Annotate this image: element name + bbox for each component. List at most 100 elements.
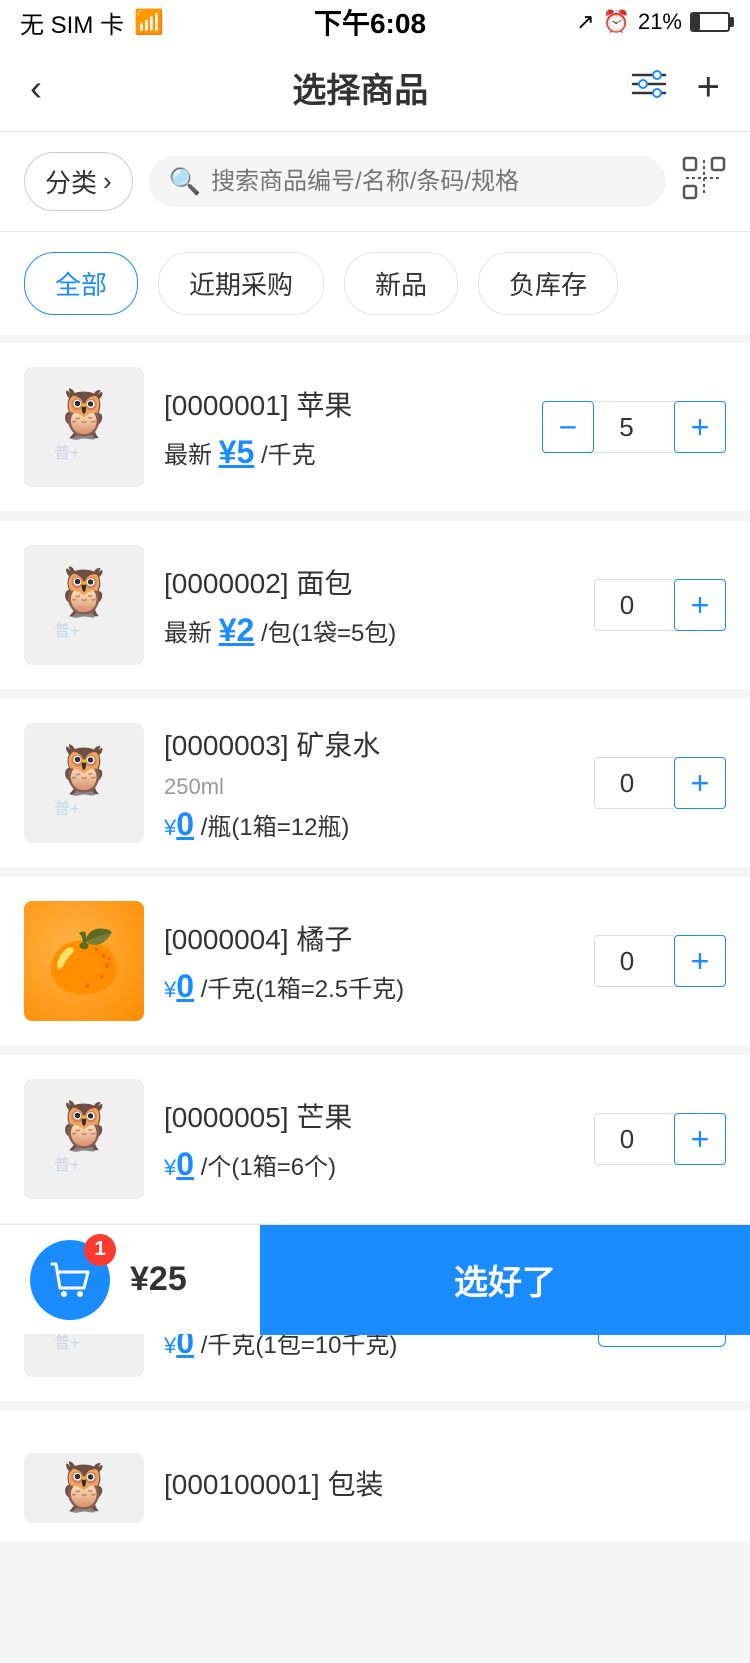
product-thumbnail: 🦉 [24,1453,144,1523]
price-value: 0 [176,968,194,1004]
nav-actions: + [631,65,720,110]
price-unit: /千克(1箱=2.5千克) [201,976,404,1003]
category-button[interactable]: 分类 › [24,152,133,211]
search-bar: 分类 › 🔍 [0,132,750,232]
quantity-control: + [594,935,726,987]
product-name: [0000001] 苹果 [164,384,522,424]
product-info: [0000002] 面包 最新 ¥2 /包(1袋=5包) [164,562,574,649]
tab-recent[interactable]: 近期采购 [158,252,324,315]
product-price: 最新 ¥2 /包(1袋=5包) [164,612,574,649]
product-spec: 250ml [164,774,574,800]
product-thumbnail: 🍊 [24,901,144,1021]
status-bar: 无 SIM 卡 📶 下午6:08 ↗ ⏰ 21% [0,0,750,44]
cart-badge: 1 [84,1234,116,1266]
increment-button[interactable]: + [674,757,726,809]
list-item: 🦉 普+ [0000003] 矿泉水 250ml ¥0 /瓶(1箱=12瓶) + [0,699,750,867]
back-button[interactable]: ‹ [30,67,90,109]
product-price: 最新 ¥5 /千克 [164,434,522,471]
product-name: [0000005] 芒果 [164,1096,574,1136]
yen-symbol: ¥ [164,1155,176,1180]
search-input[interactable] [211,168,646,196]
list-item: 🍊 [0000004] 橘子 ¥0 /千克(1箱=2.5千克) + [0,877,750,1045]
product-info: [000100001] 包装 [164,1463,726,1513]
tab-bar: 全部 近期采购 新品 负库存 [0,232,750,343]
product-info: [0000004] 橘子 ¥0 /千克(1箱=2.5千克) [164,918,574,1005]
search-input-wrap: 🔍 [149,156,666,207]
status-left: 无 SIM 卡 📶 [20,5,164,40]
price-value: ¥2 [219,612,255,648]
product-list: 🦉 普+ [0000001] 苹果 最新 ¥5 /千克 − + 🦉 普+ [0,343,750,1663]
list-item: 🦉 [000100001] 包装 [0,1411,750,1541]
search-icon: 🔍 [169,166,201,197]
cart-section: 1 ¥25 [0,1240,260,1320]
scan-icon[interactable] [682,156,726,208]
product-price: ¥0 /千克(1箱=2.5千克) [164,968,574,1005]
quantity-control: + [594,1113,726,1165]
decrement-button[interactable]: − [542,401,594,453]
location-icon: ↗ [576,9,594,35]
quantity-control: + [594,757,726,809]
add-icon[interactable]: + [697,65,720,110]
tab-negative[interactable]: 负库存 [478,252,618,315]
tab-all[interactable]: 全部 [24,252,138,315]
price-unit: /瓶(1箱=12瓶) [201,814,350,841]
alarm-icon: ⏰ [603,9,630,35]
increment-button[interactable]: + [674,935,726,987]
yen-symbol: ¥ [164,815,176,840]
placeholder-icon: 🦉 [54,747,114,795]
wifi-icon: 📶 [134,8,164,37]
quantity-input[interactable] [594,757,674,809]
product-info: [0000001] 苹果 最新 ¥5 /千克 [164,384,522,471]
price-unit: /千克(1包=10千克) [201,1332,398,1359]
category-label: 分类 [45,163,97,200]
product-name: [0000003] 矿泉水 [164,724,574,764]
price-unit: /个(1箱=6个) [201,1154,336,1181]
product-thumbnail: 🦉 普+ [24,1079,144,1199]
product-info: [0000003] 矿泉水 250ml ¥0 /瓶(1箱=12瓶) [164,724,574,843]
product-price: ¥0 /个(1箱=6个) [164,1146,574,1183]
product-thumbnail: 🦉 普+ [24,723,144,843]
quantity-input[interactable] [594,579,674,631]
quantity-input[interactable] [594,935,674,987]
price-label: 最新 [164,442,219,469]
quantity-control: − + [542,401,726,453]
quantity-input[interactable] [594,401,674,453]
increment-button[interactable]: + [674,1113,726,1165]
product-price: ¥0 /瓶(1箱=12瓶) [164,806,574,843]
placeholder-icon: 🦉 [54,391,114,439]
increment-button[interactable]: + [674,401,726,453]
tab-new[interactable]: 新品 [344,252,458,315]
nav-bar: ‹ 选择商品 + [0,44,750,132]
yen-symbol: ¥ [164,1333,176,1358]
price-value: ¥5 [219,434,255,470]
price-value: 0 [176,1146,194,1182]
product-thumbnail: 🦉 普+ [24,367,144,487]
cart-total: ¥25 [130,1260,187,1299]
status-time: 下午6:08 [314,2,426,42]
quantity-input[interactable] [594,1113,674,1165]
list-item: 🦉 普+ [0000005] 芒果 ¥0 /个(1箱=6个) + [0,1055,750,1223]
product-name: [000100001] 包装 [164,1463,726,1503]
increment-button[interactable]: + [674,579,726,631]
product-thumbnail: 🦉 普+ [24,545,144,665]
status-right: ↗ ⏰ 21% [576,9,730,35]
quantity-control: + [594,579,726,631]
list-item: 🦉 普+ [0000001] 苹果 最新 ¥5 /千克 − + [0,343,750,511]
product-info: [0000005] 芒果 ¥0 /个(1箱=6个) [164,1096,574,1183]
product-name: [0000002] 面包 [164,562,574,602]
filter-icon[interactable] [631,69,667,107]
price-label: 最新 [164,620,219,647]
bottom-bar: 1 ¥25 选好了 [0,1224,750,1334]
page-title: 选择商品 [292,63,428,112]
placeholder-icon: 🦉 [54,1464,114,1512]
placeholder-icon: 🦉 [54,569,114,617]
placeholder-icon: 🦉 [54,1103,114,1151]
battery-icon [690,12,730,32]
price-unit: /千克 [261,442,316,469]
carrier-label: 无 SIM 卡 [20,5,124,40]
price-value: 0 [176,806,194,842]
confirm-button[interactable]: 选好了 [260,1225,750,1335]
cart-button[interactable]: 1 [30,1240,110,1320]
yen-symbol: ¥ [164,977,176,1002]
list-item: 🦉 普+ [0000002] 面包 最新 ¥2 /包(1袋=5包) + [0,521,750,689]
